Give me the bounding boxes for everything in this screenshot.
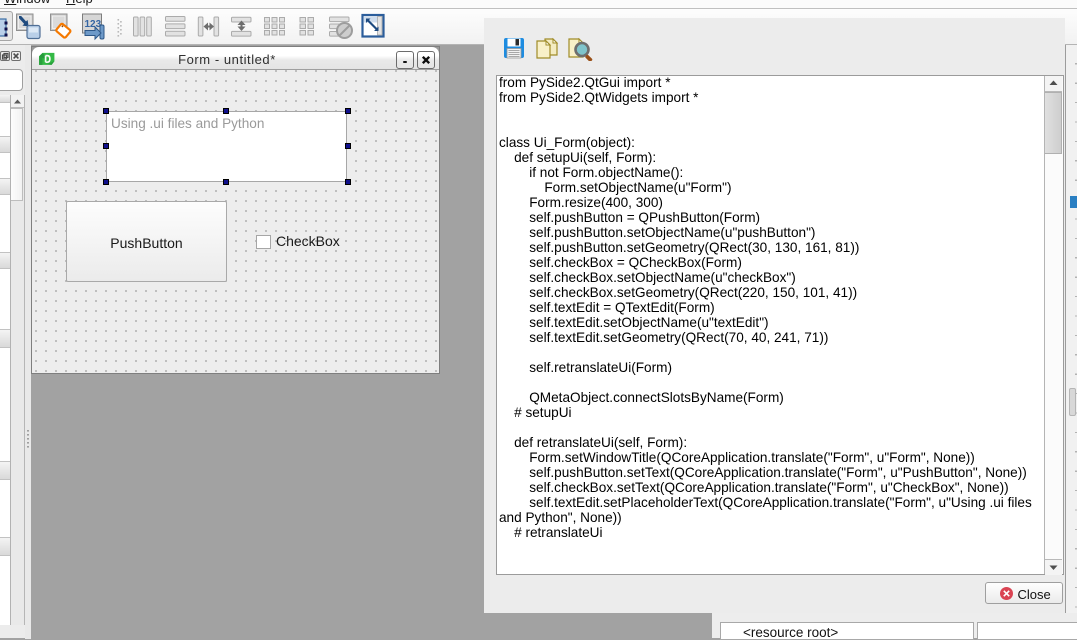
svg-text:123: 123 xyxy=(85,19,102,30)
